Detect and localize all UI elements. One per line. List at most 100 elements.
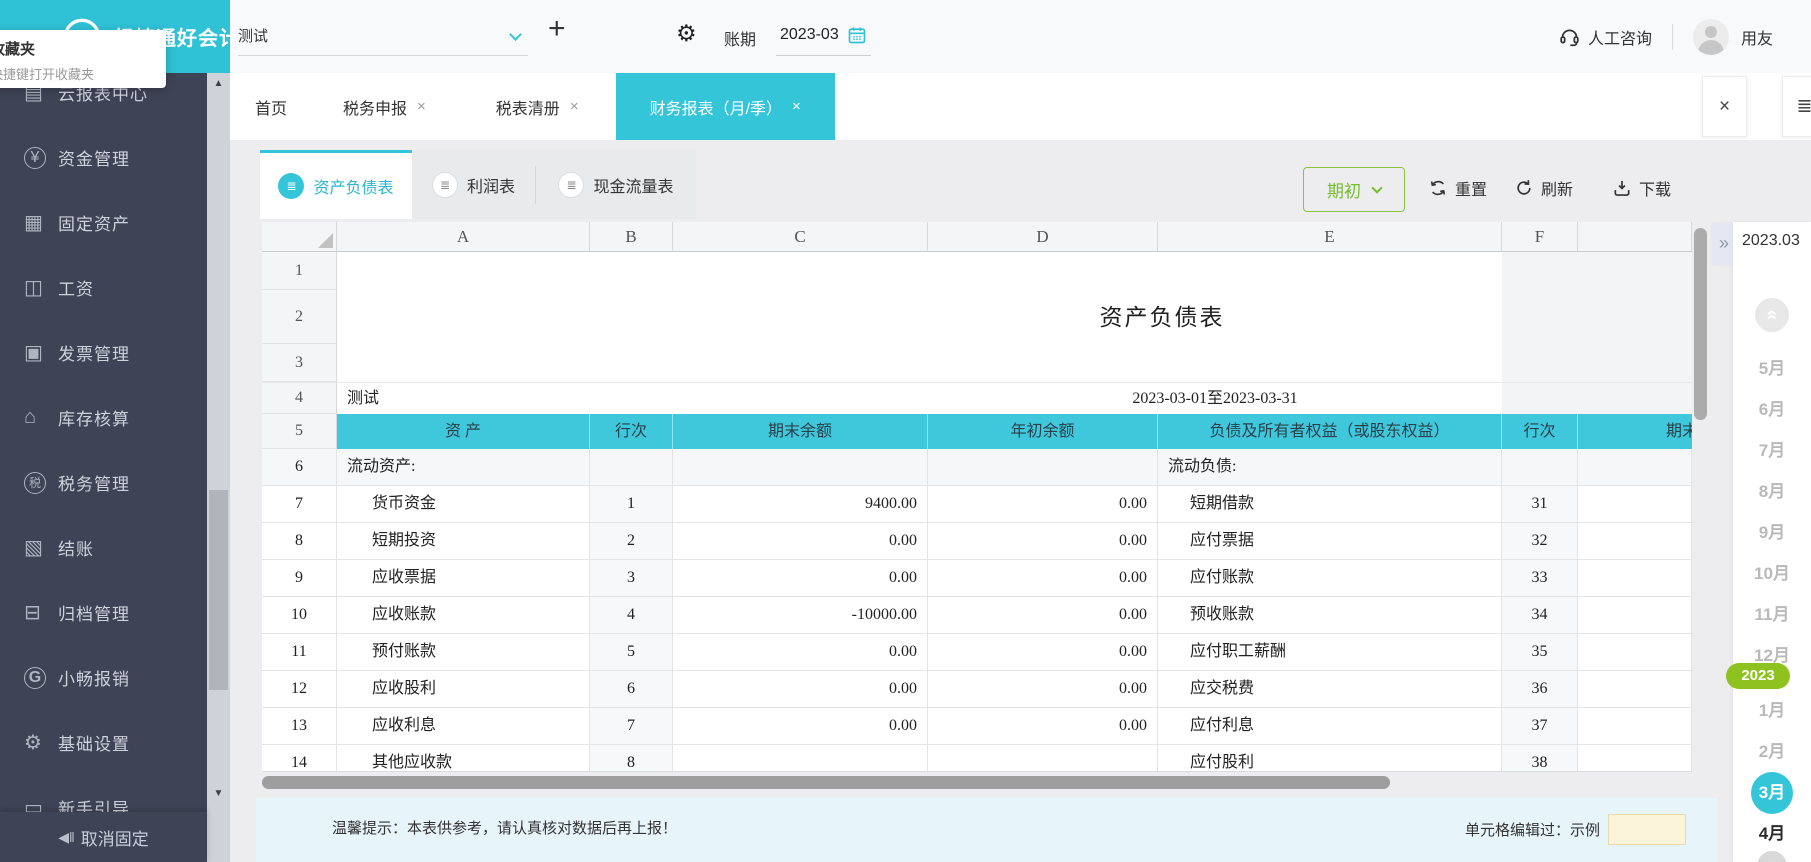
cell-line[interactable]: [590, 449, 673, 486]
cell-beginning[interactable]: 0.00: [928, 634, 1158, 671]
column-header[interactable]: B: [590, 222, 673, 252]
cell-liability[interactable]: 短期借款: [1158, 486, 1502, 523]
cell-line[interactable]: 5: [590, 634, 673, 671]
period-picker[interactable]: 2023-03: [776, 14, 871, 56]
cell-ending[interactable]: 0.00: [673, 708, 928, 745]
tab-tax-register[interactable]: 税表清册 ×: [496, 95, 579, 119]
cell-line[interactable]: 7: [590, 708, 673, 745]
header-ending-balance[interactable]: 期末余额: [673, 414, 928, 449]
cell-empty[interactable]: [1578, 597, 1692, 634]
month-november[interactable]: 11月: [1733, 603, 1811, 627]
cell-line[interactable]: 2: [590, 523, 673, 560]
cell-asset[interactable]: 应收股利: [337, 671, 590, 708]
refresh-button[interactable]: 刷新: [1514, 176, 1573, 200]
unpin-sidebar-button[interactable]: ◀‖ 取消固定: [0, 812, 207, 862]
tab-tax-filing[interactable]: 税务申报 ×: [343, 95, 426, 119]
collapse-panel-button[interactable]: ×: [1757, 851, 1787, 862]
close-icon[interactable]: ×: [417, 98, 426, 115]
cell-line2[interactable]: 32: [1502, 523, 1578, 560]
cell-liability[interactable]: 应付利息: [1158, 708, 1502, 745]
vertical-scrollbar[interactable]: [1694, 228, 1707, 420]
month-september[interactable]: 9月: [1733, 521, 1811, 545]
cell-beginning[interactable]: 0.00: [928, 486, 1158, 523]
cell-line[interactable]: 3: [590, 560, 673, 597]
cell-line[interactable]: 4: [590, 597, 673, 634]
cell-empty[interactable]: [1578, 523, 1692, 560]
header-ending-balance-2[interactable]: 期末余额: [1578, 414, 1692, 449]
cell-empty[interactable]: [1578, 745, 1692, 771]
subtab-cash-flow[interactable]: ≣ 现金流量表: [536, 150, 696, 219]
sidebar-item-expense[interactable]: G 小畅报销: [0, 645, 207, 710]
row-header[interactable]: 8: [262, 523, 337, 560]
cell-empty[interactable]: [1578, 449, 1692, 486]
cell-line[interactable]: 1: [590, 486, 673, 523]
month-august[interactable]: 8月: [1733, 480, 1811, 504]
month-february[interactable]: 2月: [1733, 740, 1811, 764]
row-header[interactable]: 2: [262, 290, 337, 344]
column-header[interactable]: A: [337, 222, 590, 252]
cell-liability[interactable]: 应付股利: [1158, 745, 1502, 771]
row-header[interactable]: 11: [262, 634, 337, 671]
cell-ending[interactable]: 0.00: [673, 523, 928, 560]
select-all-corner[interactable]: [262, 222, 337, 252]
cell-line2[interactable]: 33: [1502, 560, 1578, 597]
sidebar-item-salary[interactable]: ◫ 工资: [0, 255, 207, 320]
sidebar-item-fixed-assets[interactable]: ▦ 固定资产: [0, 190, 207, 255]
cell-beginning[interactable]: [928, 449, 1158, 486]
cell-line2[interactable]: 31: [1502, 486, 1578, 523]
sidebar-scrollbar[interactable]: ▲ ▼: [207, 73, 230, 862]
reset-button[interactable]: 重置: [1428, 176, 1487, 200]
cell-liability[interactable]: 应付票据: [1158, 523, 1502, 560]
cell-beginning[interactable]: 0.00: [928, 708, 1158, 745]
cell-line2[interactable]: 36: [1502, 671, 1578, 708]
company-period-zone[interactable]: 测试 2023-03-01至2023-03-31: [337, 383, 1692, 414]
cell-line2[interactable]: 35: [1502, 634, 1578, 671]
cell-empty[interactable]: [1578, 708, 1692, 745]
row-header[interactable]: 4: [262, 383, 337, 414]
cell-ending[interactable]: 9400.00: [673, 486, 928, 523]
scroll-down-icon[interactable]: ▼: [207, 788, 230, 799]
cell-empty[interactable]: [1578, 634, 1692, 671]
column-header[interactable]: [1578, 222, 1692, 252]
column-header[interactable]: C: [673, 222, 928, 252]
username[interactable]: 用友: [1741, 25, 1773, 49]
cell-liability[interactable]: 应交税费: [1158, 671, 1502, 708]
sidebar-item-funds[interactable]: ¥ 资金管理: [0, 125, 207, 190]
row-header[interactable]: 13: [262, 708, 337, 745]
header-beginning-balance[interactable]: 年初余额: [928, 414, 1158, 449]
row-header[interactable]: 9: [262, 560, 337, 597]
cell-beginning[interactable]: 0.00: [928, 671, 1158, 708]
month-january[interactable]: 1月: [1733, 699, 1811, 723]
company-dropdown[interactable]: 测试: [238, 20, 528, 56]
cell-liability[interactable]: 应付职工薪酬: [1158, 634, 1502, 671]
month-june[interactable]: 6月: [1733, 398, 1811, 422]
subtab-balance-sheet[interactable]: ≣ 资产负债表: [260, 150, 412, 219]
close-icon[interactable]: ×: [570, 98, 579, 115]
column-header[interactable]: E: [1158, 222, 1502, 252]
row-header[interactable]: 10: [262, 597, 337, 634]
company-cell[interactable]: 测试: [347, 383, 379, 414]
tab-financial-reports[interactable]: 财务报表（月/季） ×: [615, 73, 835, 140]
cell-beginning[interactable]: 0.00: [928, 560, 1158, 597]
cell-asset[interactable]: 流动资产:: [337, 449, 590, 486]
cell-beginning[interactable]: 0.00: [928, 523, 1158, 560]
cell-ending[interactable]: 0.00: [673, 560, 928, 597]
month-december[interactable]: 12月: [1733, 644, 1811, 668]
cell-empty[interactable]: [1578, 486, 1692, 523]
gear-icon[interactable]: ⚙: [676, 22, 697, 45]
header-line-no-2[interactable]: 行次: [1502, 414, 1578, 449]
sidebar-item-inventory[interactable]: ⌂ 库存核算: [0, 385, 207, 450]
row-header[interactable]: 12: [262, 671, 337, 708]
row-header[interactable]: 3: [262, 344, 337, 382]
tab-list-button[interactable]: ≣: [1782, 76, 1811, 137]
subtab-income-statement[interactable]: ≣ 利润表: [412, 150, 535, 219]
tab-home[interactable]: 首页: [255, 95, 287, 119]
horizontal-scrollbar[interactable]: [262, 776, 1390, 789]
cell-asset[interactable]: 应收票据: [337, 560, 590, 597]
cell-line2[interactable]: 37: [1502, 708, 1578, 745]
cell-line[interactable]: 6: [590, 671, 673, 708]
cell-liability[interactable]: 预收账款: [1158, 597, 1502, 634]
cell-asset[interactable]: 预付账款: [337, 634, 590, 671]
add-account-button[interactable]: +: [548, 14, 566, 44]
cell-asset[interactable]: 货币资金: [337, 486, 590, 523]
